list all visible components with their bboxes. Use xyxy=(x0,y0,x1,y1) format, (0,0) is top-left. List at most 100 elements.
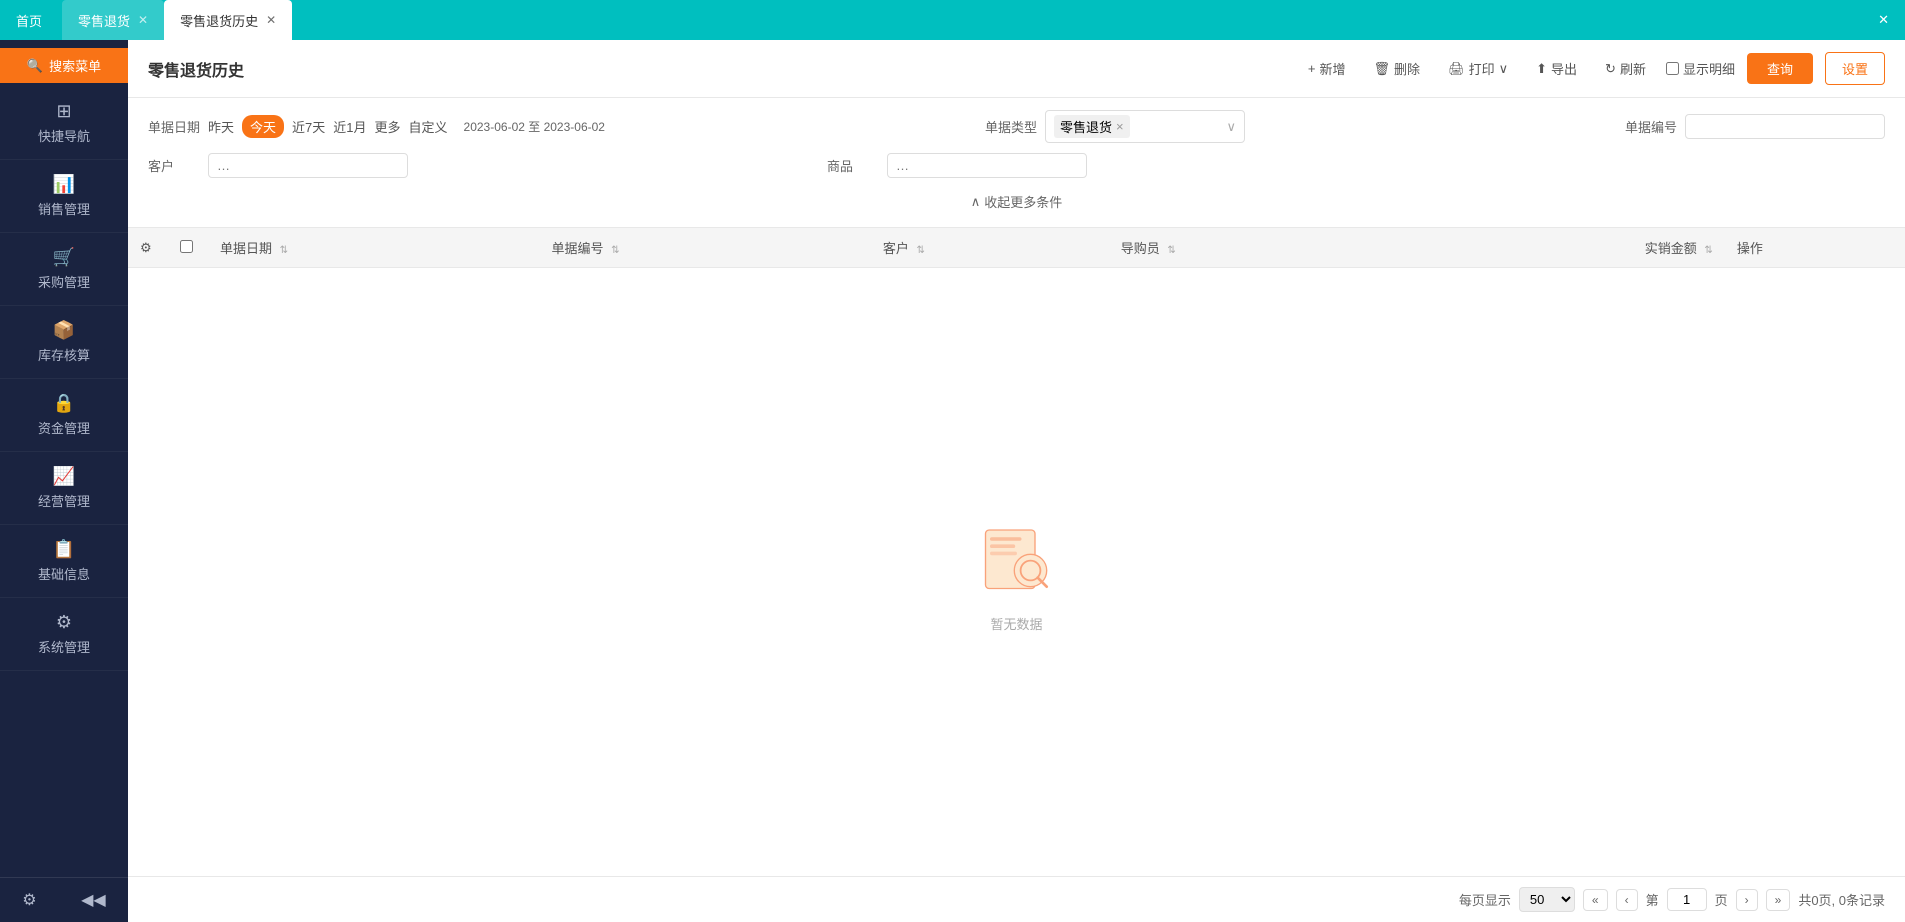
finance-icon: 🔒 xyxy=(53,393,75,414)
sidebar-item-finance-label: 资金管理 xyxy=(38,418,90,437)
export-icon: ⬆ xyxy=(1536,61,1547,77)
pagination-bar: 每页显示 10 20 50 100 « ‹ 第 页 › » 共0页, 0条记录 xyxy=(128,876,1905,922)
first-page-button[interactable]: « xyxy=(1583,889,1608,911)
collapse-btn[interactable]: ∧ 收起更多条件 xyxy=(148,188,1885,215)
th-date[interactable]: 单据日期 ⇅ xyxy=(208,228,539,268)
date-option-yesterday[interactable]: 昨天 xyxy=(208,117,234,136)
th-amount[interactable]: 实销金额 ⇅ xyxy=(1393,228,1724,268)
sidebar-item-basic-label: 基础信息 xyxy=(38,564,90,583)
tab-home-label: 首页 xyxy=(16,11,42,30)
sidebar-item-purchase[interactable]: 🛒 采购管理 xyxy=(0,233,128,306)
query-button[interactable]: 查询 xyxy=(1747,53,1813,84)
th-amount-label: 实销金额 xyxy=(1645,241,1697,256)
header-actions: + 新增 🗑 删除 🖨 打印 ∨ ⬆ 导出 ↻ 刷新 xyxy=(1300,52,1885,85)
sidebar-item-inventory[interactable]: 📦 库存核算 xyxy=(0,306,128,379)
settings-button[interactable]: 设置 xyxy=(1825,52,1885,85)
refresh-button[interactable]: ↻ 刷新 xyxy=(1597,55,1654,82)
tab-retail-return[interactable]: 零售退货 ✕ xyxy=(62,0,164,40)
refresh-label: 刷新 xyxy=(1620,59,1646,78)
th-guide[interactable]: 导购员 ⇅ xyxy=(1109,228,1394,268)
goods-input[interactable] xyxy=(887,153,1087,178)
th-number-sort-icon: ⇅ xyxy=(611,245,619,256)
inventory-icon: 📦 xyxy=(53,320,75,341)
quick-nav-icon: ⊞ xyxy=(56,101,71,122)
date-option-last7[interactable]: 近7天 xyxy=(292,117,325,136)
sidebar: 🔍 搜索菜单 ⊞ 快捷导航 📊 销售管理 🛒 采购管理 📦 库存核算 🔒 资金管… xyxy=(0,40,128,922)
content-area: 零售退货历史 + 新增 🗑 删除 🖨 打印 ∨ ⬆ 导出 xyxy=(128,40,1905,922)
column-settings-icon[interactable]: ⚙ xyxy=(140,240,152,255)
delete-button[interactable]: 🗑 删除 xyxy=(1366,55,1429,82)
table-container: ⚙ 单据日期 ⇅ 单据编号 ⇅ xyxy=(128,228,1905,876)
top-bar-close[interactable]: ✕ xyxy=(1878,12,1905,28)
prev-page-button[interactable]: ‹ xyxy=(1616,889,1638,911)
filter-area: 单据日期 昨天 今天 近7天 近1月 更多 自定义 2023-06-02 至 2… xyxy=(128,98,1905,228)
sales-icon: 📊 xyxy=(53,174,75,195)
sidebar-search-button[interactable]: 🔍 搜索菜单 xyxy=(0,48,128,83)
add-button[interactable]: + 新增 xyxy=(1300,55,1354,82)
th-guide-label: 导购员 xyxy=(1121,241,1160,256)
next-page-button[interactable]: › xyxy=(1736,889,1758,911)
per-page-label: 每页显示 xyxy=(1459,890,1511,909)
sidebar-item-sales[interactable]: 📊 销售管理 xyxy=(0,160,128,233)
date-range-display: 2023-06-02 至 2023-06-02 xyxy=(464,118,605,135)
sound-icon[interactable]: ◀◀ xyxy=(81,890,106,910)
tab-home[interactable]: 首页 xyxy=(0,0,58,40)
type-select-arrow: ∨ xyxy=(1226,119,1236,135)
date-options: 昨天 今天 近7天 近1月 更多 自定义 2023-06-02 至 2023-0… xyxy=(208,115,605,138)
tab-retail-return-label: 零售退货 xyxy=(78,11,130,30)
voucher-input[interactable] xyxy=(1685,114,1885,139)
export-label: 导出 xyxy=(1551,59,1577,78)
tab-list: 首页 零售退货 ✕ 零售退货历史 ✕ xyxy=(0,0,1878,40)
add-icon: + xyxy=(1308,61,1316,76)
goods-filter-label: 商品 xyxy=(827,156,887,175)
th-settings[interactable]: ⚙ xyxy=(128,228,168,268)
th-customer[interactable]: 客户 ⇅ xyxy=(871,228,1109,268)
tab-retail-return-history-close[interactable]: ✕ xyxy=(266,13,276,27)
th-amount-sort-icon: ⇅ xyxy=(1704,245,1712,256)
export-button[interactable]: ⬆ 导出 xyxy=(1528,55,1585,82)
tab-retail-return-history[interactable]: 零售退货历史 ✕ xyxy=(164,0,292,40)
show-detail-label: 显示明细 xyxy=(1683,59,1735,78)
date-filter-label: 单据日期 xyxy=(148,117,208,136)
th-checkbox[interactable] xyxy=(168,228,208,268)
type-select[interactable]: 零售退货 × ∨ xyxy=(1045,110,1245,143)
refresh-icon: ↻ xyxy=(1605,61,1616,77)
sidebar-bottom: ⚙ ◀◀ xyxy=(0,877,128,922)
voucher-filter-label: 单据编号 xyxy=(1625,117,1685,136)
show-detail-checkbox[interactable] xyxy=(1666,62,1679,75)
filter-row-date: 单据日期 昨天 今天 近7天 近1月 更多 自定义 2023-06-02 至 2… xyxy=(148,110,1885,143)
sidebar-item-operations[interactable]: 📈 经营管理 xyxy=(0,452,128,525)
page-number-input[interactable] xyxy=(1667,888,1707,911)
print-label: 打印 xyxy=(1469,59,1495,78)
tab-retail-return-close[interactable]: ✕ xyxy=(138,13,148,27)
sidebar-item-finance[interactable]: 🔒 资金管理 xyxy=(0,379,128,452)
sidebar-item-quick-nav[interactable]: ⊞ 快捷导航 xyxy=(0,87,128,160)
table-header: ⚙ 单据日期 ⇅ 单据编号 ⇅ xyxy=(128,228,1905,268)
customer-input[interactable] xyxy=(208,153,408,178)
date-option-custom[interactable]: 自定义 xyxy=(409,117,448,136)
page-suffix-label: 页 xyxy=(1715,890,1728,909)
collapse-icon: ∧ xyxy=(971,194,981,210)
settings-gear-icon[interactable]: ⚙ xyxy=(22,890,36,910)
th-number[interactable]: 单据编号 ⇅ xyxy=(539,228,870,268)
th-date-label: 单据日期 xyxy=(220,241,272,256)
date-option-more[interactable]: 更多 xyxy=(375,117,401,136)
th-customer-label: 客户 xyxy=(883,241,909,256)
th-number-label: 单据编号 xyxy=(551,241,603,256)
date-option-today[interactable]: 今天 xyxy=(242,115,284,138)
operations-icon: 📈 xyxy=(53,466,75,487)
sidebar-item-system[interactable]: ⚙ 系统管理 xyxy=(0,598,128,671)
date-option-last-month[interactable]: 近1月 xyxy=(333,117,366,136)
print-button[interactable]: 🖨 打印 ∨ xyxy=(1440,55,1516,82)
last-page-button[interactable]: » xyxy=(1766,889,1791,911)
main-layout: 🔍 搜索菜单 ⊞ 快捷导航 📊 销售管理 🛒 采购管理 📦 库存核算 🔒 资金管… xyxy=(0,40,1905,922)
sidebar-search-label: 搜索菜单 xyxy=(49,56,101,75)
show-detail-checkbox-label[interactable]: 显示明细 xyxy=(1666,59,1735,78)
type-tag-close[interactable]: × xyxy=(1116,119,1124,134)
select-all-checkbox[interactable] xyxy=(180,240,193,253)
th-action-label: 操作 xyxy=(1737,241,1763,256)
per-page-select[interactable]: 10 20 50 100 xyxy=(1519,887,1575,912)
sidebar-item-inventory-label: 库存核算 xyxy=(38,345,90,364)
sidebar-item-basic[interactable]: 📋 基础信息 xyxy=(0,525,128,598)
total-info: 共0页, 0条记录 xyxy=(1798,890,1885,909)
